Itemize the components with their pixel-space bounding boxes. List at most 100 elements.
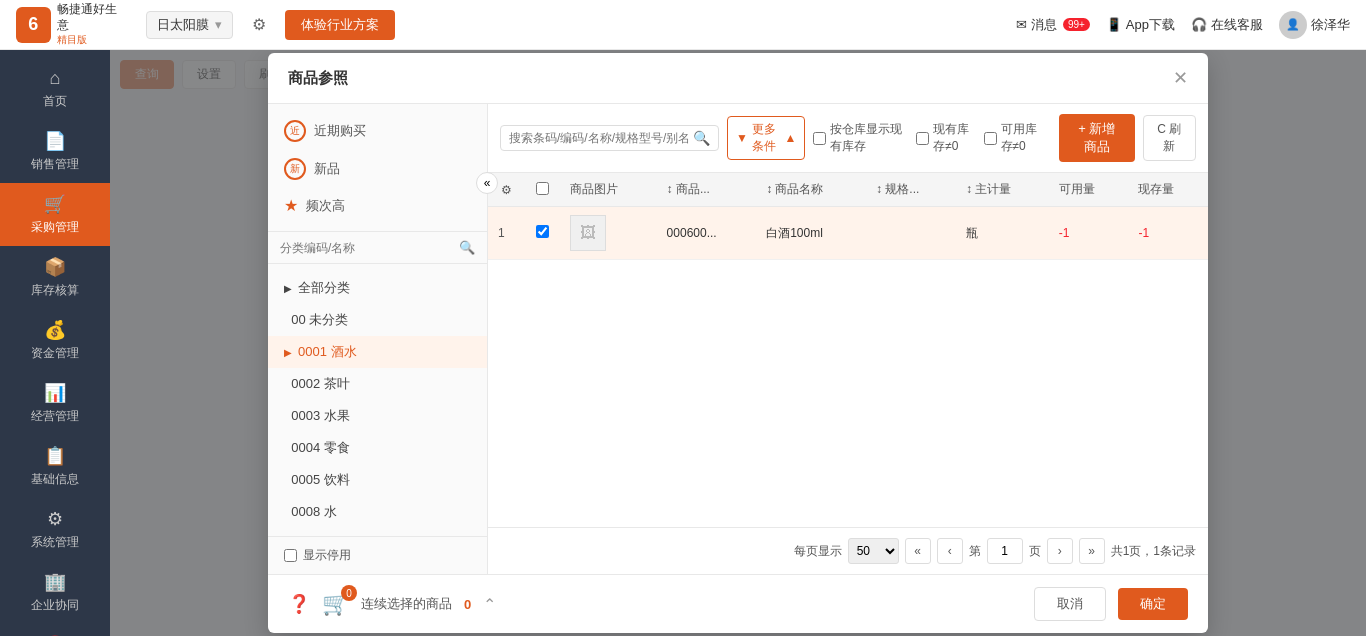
- category-0004[interactable]: 0004 零食: [268, 432, 487, 464]
- sidebar: ⌂ 首页 📄 销售管理 🛒 采购管理 📦 库存核算 💰 资金管理 📊 经营管理 …: [0, 50, 110, 636]
- confirm-btn[interactable]: 确定: [1118, 588, 1188, 620]
- branch-dropdown[interactable]: 日太阳膜 ▾: [146, 11, 233, 39]
- per-page-select[interactable]: 50 20 100: [848, 538, 899, 564]
- filter-label: 更多条件: [752, 121, 781, 155]
- th-code[interactable]: ↕ 商品...: [657, 173, 757, 207]
- sidebar-inventory-label: 库存核算: [31, 282, 79, 299]
- nav-right: ✉ 消息 99+ 📱 App下载 🎧 在线客服 👤 徐泽华: [1016, 11, 1350, 39]
- last-page-btn[interactable]: »: [1079, 538, 1105, 564]
- modal-left-nav: 近 近期购买 新 新品 ★ 频次高: [268, 104, 487, 232]
- selected-count: 0: [464, 597, 471, 612]
- search-icon[interactable]: 🔍: [459, 240, 475, 255]
- sidebar-item-guide[interactable]: 🎯 新手引导: [0, 624, 110, 636]
- user-item[interactable]: 👤 徐泽华: [1279, 11, 1350, 39]
- category-0010[interactable]: 0010 家电: [268, 528, 487, 536]
- app-download-item[interactable]: 📱 App下载: [1106, 16, 1175, 34]
- table-header: ⚙ 商品图片 ↕ 商品... ↕ 商品名称: [488, 173, 1208, 207]
- help-icon[interactable]: ❓: [288, 593, 310, 615]
- sidebar-item-purchase[interactable]: 🛒 采购管理: [0, 183, 110, 246]
- by-warehouse-checkbox[interactable]: [813, 132, 826, 145]
- page-label: 第: [969, 543, 981, 560]
- stock-nonzero-checkbox[interactable]: [916, 132, 929, 145]
- th-name[interactable]: ↕ 商品名称: [756, 173, 866, 207]
- category-0008[interactable]: 0008 水: [268, 496, 487, 528]
- category-search-input[interactable]: [280, 241, 455, 255]
- basics-icon: 📋: [44, 445, 66, 467]
- arrow-icon: ▶: [284, 347, 292, 358]
- modal-body: 近 近期购买 新 新品 ★ 频次高: [268, 104, 1208, 574]
- category-0002[interactable]: 0002 茶叶: [268, 368, 487, 400]
- sidebar-item-assets[interactable]: 💰 资金管理: [0, 309, 110, 372]
- sidebar-item-business[interactable]: 📊 经营管理: [0, 372, 110, 435]
- nav-new[interactable]: 新 新品: [268, 150, 487, 188]
- category-all[interactable]: ▶ 全部分类: [268, 272, 487, 304]
- available-nonzero-text: 可用库存≠0: [1001, 121, 1043, 155]
- prev-page-btn[interactable]: ‹: [937, 538, 963, 564]
- trial-btn[interactable]: 体验行业方案: [285, 10, 395, 40]
- stock-nonzero-text: 现有库存≠0: [933, 121, 975, 155]
- available-nonzero-label[interactable]: 可用库存≠0: [984, 121, 1043, 155]
- nav-recent[interactable]: 近 近期购买: [268, 112, 487, 150]
- business-icon: 📊: [44, 382, 66, 404]
- category-0005[interactable]: 0005 饮料: [268, 464, 487, 496]
- refresh-btn[interactable]: C 刷新: [1143, 115, 1196, 161]
- branch-label: 日太阳膜: [157, 16, 209, 34]
- category-00[interactable]: 00 未分类: [268, 304, 487, 336]
- search-icon[interactable]: 🔍: [693, 130, 710, 146]
- recent-icon: 近: [284, 120, 306, 142]
- stock-nonzero-label[interactable]: 现有库存≠0: [916, 121, 975, 155]
- product-reference-modal: 商品参照 ✕ 近 近期购买 新: [268, 53, 1208, 633]
- filter-btn[interactable]: ▼ 更多条件 ▲: [727, 116, 805, 160]
- first-page-btn[interactable]: «: [905, 538, 931, 564]
- td-checkbox[interactable]: [524, 207, 560, 260]
- collapse-icon[interactable]: ⌃: [483, 595, 496, 614]
- add-product-btn[interactable]: + 新增商品: [1059, 114, 1135, 162]
- td-spec: [866, 207, 956, 260]
- sidebar-item-basics[interactable]: 📋 基础信息: [0, 435, 110, 498]
- table-row[interactable]: 1 🖼 000600... 白酒100ml: [488, 207, 1208, 260]
- logo-sub: 精目版: [57, 33, 126, 47]
- cart-badge: 0: [341, 585, 357, 601]
- th-unit[interactable]: ↕ 主计量: [956, 173, 1049, 207]
- top-nav: 6 畅捷通好生意 精目版 日太阳膜 ▾ ⚙ 体验行业方案 ✉ 消息 99+ 📱 …: [0, 0, 1366, 50]
- gear-icon[interactable]: ⚙: [243, 9, 275, 41]
- by-warehouse-label[interactable]: 按仓库显示现有库存: [813, 121, 908, 155]
- row-checkbox[interactable]: [536, 225, 549, 238]
- table-body: 1 🖼 000600... 白酒100ml: [488, 207, 1208, 260]
- product-table-area: ⚙ 商品图片 ↕ 商品... ↕ 商品名称: [488, 173, 1208, 527]
- avatar: 👤: [1279, 11, 1307, 39]
- collapse-panel-btn[interactable]: «: [476, 172, 498, 194]
- close-icon[interactable]: ✕: [1173, 67, 1188, 89]
- sidebar-item-enterprise[interactable]: 🏢 企业协同: [0, 561, 110, 624]
- th-stock: 现存量: [1128, 173, 1208, 207]
- nav-frequent-label: 频次高: [306, 197, 345, 215]
- page-input[interactable]: [987, 538, 1023, 564]
- username-label: 徐泽华: [1311, 16, 1350, 34]
- sidebar-item-inventory[interactable]: 📦 库存核算: [0, 246, 110, 309]
- sidebar-item-home[interactable]: ⌂ 首页: [0, 58, 110, 120]
- available-nonzero-checkbox[interactable]: [984, 132, 997, 145]
- th-select-all[interactable]: [524, 173, 560, 207]
- nav-frequent[interactable]: ★ 频次高: [268, 188, 487, 223]
- category-0001[interactable]: ▶ 0001 酒水: [268, 336, 487, 368]
- sidebar-item-sales[interactable]: 📄 销售管理: [0, 120, 110, 183]
- sidebar-assets-label: 资金管理: [31, 345, 79, 362]
- chevron-down-icon: ▾: [215, 17, 222, 32]
- select-all-checkbox[interactable]: [536, 182, 549, 195]
- category-0003[interactable]: 0003 水果: [268, 400, 487, 432]
- show-disabled-checkbox[interactable]: [284, 549, 297, 562]
- logo-icon: 6: [16, 7, 51, 43]
- th-spec[interactable]: ↕ 规格...: [866, 173, 956, 207]
- assets-icon: 💰: [44, 319, 66, 341]
- modal-header: 商品参照 ✕: [268, 53, 1208, 104]
- product-search-input[interactable]: [509, 131, 689, 145]
- td-unit: 瓶: [956, 207, 1049, 260]
- messages-item[interactable]: ✉ 消息 99+: [1016, 16, 1090, 34]
- next-page-btn[interactable]: ›: [1047, 538, 1073, 564]
- cancel-btn[interactable]: 取消: [1034, 587, 1106, 621]
- show-disabled-label: 显示停用: [303, 547, 351, 564]
- online-service-item[interactable]: 🎧 在线客服: [1191, 16, 1263, 34]
- sidebar-item-system[interactable]: ⚙ 系统管理: [0, 498, 110, 561]
- messages-badge: 99+: [1063, 18, 1090, 31]
- cart-wrap[interactable]: 🛒 0: [322, 591, 349, 617]
